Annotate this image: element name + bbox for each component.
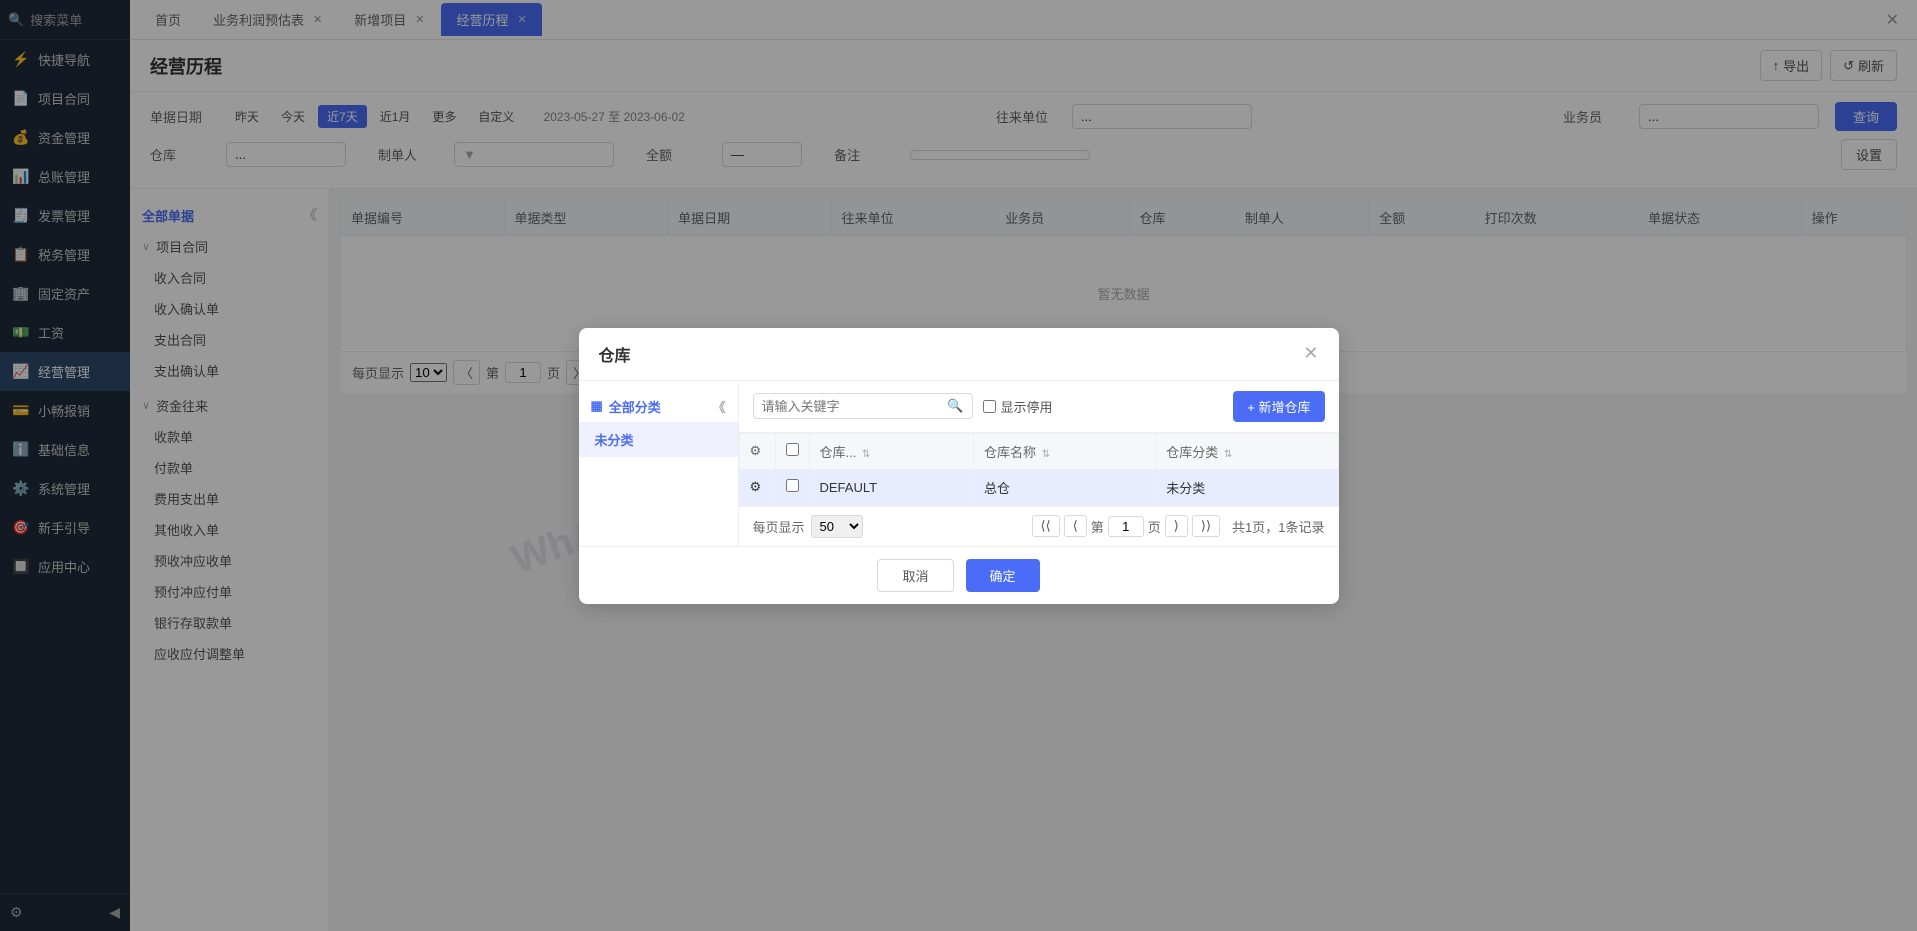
modal-table: ⚙ 仓库... ⇅ 仓库名称 ⇅ <box>739 433 1339 506</box>
modal-category-uncategorized[interactable]: 未分类 <box>579 422 738 457</box>
modal-next-page-btn[interactable]: ⟩ <box>1165 515 1188 537</box>
modal-select-all-checkbox[interactable] <box>786 443 799 456</box>
modal-right-panel: 🔍 显示停用 + 新增仓库 ⚙ <box>739 381 1339 546</box>
modal-row-checkbox[interactable] <box>786 479 799 492</box>
modal-search-icon[interactable]: 🔍 <box>947 398 963 414</box>
all-categories-icon: ▦ <box>591 398 603 414</box>
all-categories-label[interactable]: 全部分类 <box>609 397 661 416</box>
modal-search-input[interactable] <box>762 399 948 414</box>
modal-th-code[interactable]: 仓库... ⇅ <box>809 433 974 469</box>
add-warehouse-button[interactable]: + 新增仓库 <box>1233 391 1324 422</box>
modal-overlay[interactable]: 仓库 ✕ ▦ 全部分类 《 未分类 <box>0 0 1917 931</box>
modal-footer-bar: 每页显示 50 20 100 ⟨⟨ ⟨ 第 页 ⟩ <box>739 506 1339 546</box>
sort-name-icon: ⇅ <box>1042 449 1050 460</box>
modal-total-text: 共1页，1条记录 <box>1232 517 1324 536</box>
modal-th-checkbox[interactable] <box>775 433 809 469</box>
modal-page-suffix: 页 <box>1148 517 1161 536</box>
modal-row-category: 未分类 <box>1156 469 1338 505</box>
modal-table-head: ⚙ 仓库... ⇅ 仓库名称 ⇅ <box>739 433 1338 469</box>
modal-row-checkbox-cell <box>775 469 809 505</box>
modal-pagination: ⟨⟨ ⟨ 第 页 ⟩ ⟩⟩ 共1页，1条记录 <box>1032 515 1325 537</box>
modal-th-name[interactable]: 仓库名称 ⇅ <box>974 433 1156 469</box>
modal-left-panel: ▦ 全部分类 《 未分类 <box>579 381 739 546</box>
sort-code-icon: ⇅ <box>862 449 870 460</box>
modal-data-table: ⚙ 仓库... ⇅ 仓库名称 ⇅ <box>739 433 1339 506</box>
modal-row-code: DEFAULT <box>809 469 974 505</box>
modal-actions: 取消 确定 <box>579 546 1339 604</box>
modal-prev-page-btn[interactable]: ⟨ <box>1064 515 1087 537</box>
modal-page-input[interactable] <box>1108 516 1144 537</box>
modal-left-toggle[interactable]: 《 <box>712 397 725 416</box>
modal-row-settings-cell: ⚙ <box>739 469 775 505</box>
confirm-button[interactable]: 确定 <box>966 559 1040 592</box>
modal-page-label: 第 <box>1091 517 1104 536</box>
show-disabled-checkbox[interactable] <box>983 400 996 413</box>
modal-table-row[interactable]: ⚙ DEFAULT 总仓 未分类 <box>739 469 1338 505</box>
modal-last-page-btn[interactable]: ⟩⟩ <box>1192 515 1220 537</box>
modal-row-name: 总仓 <box>974 469 1156 505</box>
modal-left-header: ▦ 全部分类 《 <box>579 391 738 422</box>
show-disabled-label: 显示停用 <box>1001 397 1053 416</box>
modal-th-settings[interactable]: ⚙ <box>739 433 775 469</box>
modal-header: 仓库 ✕ <box>579 328 1339 381</box>
modal-close-icon[interactable]: ✕ <box>1303 343 1318 364</box>
modal-body: ▦ 全部分类 《 未分类 🔍 显示停用 <box>579 381 1339 546</box>
modal-first-page-btn[interactable]: ⟨⟨ <box>1032 515 1060 537</box>
sort-category-icon: ⇅ <box>1224 449 1232 460</box>
modal-th-category[interactable]: 仓库分类 ⇅ <box>1156 433 1338 469</box>
cancel-button[interactable]: 取消 <box>877 559 953 592</box>
show-disabled-checkbox-label[interactable]: 显示停用 <box>983 397 1053 416</box>
modal-per-page-label: 每页显示 <box>753 517 805 536</box>
modal-toolbar: 🔍 显示停用 + 新增仓库 <box>739 381 1339 433</box>
modal: 仓库 ✕ ▦ 全部分类 《 未分类 <box>579 328 1339 604</box>
modal-search-box: 🔍 <box>753 393 973 419</box>
modal-per-page: 每页显示 50 20 100 <box>753 515 863 538</box>
modal-title: 仓库 <box>599 342 631 366</box>
modal-per-page-select[interactable]: 50 20 100 <box>811 515 863 538</box>
